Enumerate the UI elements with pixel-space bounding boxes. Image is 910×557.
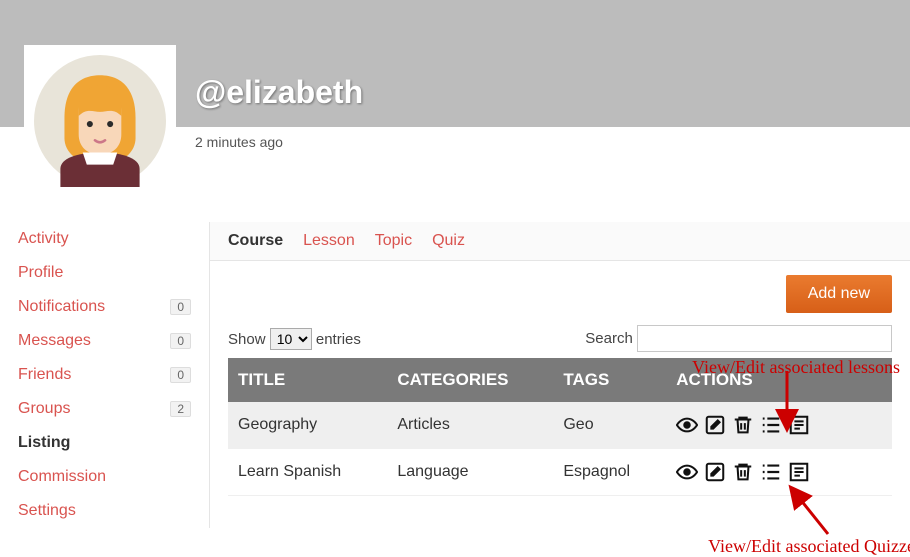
cell-tags: Espagnol xyxy=(553,449,666,496)
trash-icon[interactable] xyxy=(732,414,754,436)
actions-cell xyxy=(676,414,882,436)
sidebar-item-label: Activity xyxy=(18,230,69,248)
avatar xyxy=(24,45,176,197)
lessons-list-icon[interactable] xyxy=(760,414,782,436)
search-label: Search xyxy=(585,330,633,347)
entries-control: Show 10 entries xyxy=(228,328,361,350)
sidebar-item-friends[interactable]: Friends 0 xyxy=(0,358,209,392)
sidebar-item-commission[interactable]: Commission xyxy=(0,460,209,494)
search-input[interactable] xyxy=(637,325,892,352)
sidebar: Activity Profile Notifications 0 Messages… xyxy=(0,222,210,528)
sidebar-item-settings[interactable]: Settings xyxy=(0,494,209,528)
badge: 0 xyxy=(170,299,191,315)
col-actions[interactable]: ACTIONS xyxy=(666,358,892,402)
cell-categories: Language xyxy=(387,449,553,496)
search-control: Search xyxy=(585,325,892,352)
eye-icon[interactable] xyxy=(676,414,698,436)
tab-topic[interactable]: Topic xyxy=(375,232,412,250)
courses-table: TITLE CATEGORIES TAGS ACTIONS Geography … xyxy=(228,358,892,496)
sidebar-item-label: Listing xyxy=(18,434,70,452)
sidebar-item-label: Messages xyxy=(18,332,91,350)
entries-select[interactable]: 10 xyxy=(270,328,312,350)
last-active: 2 minutes ago xyxy=(195,127,910,150)
tab-quiz[interactable]: Quiz xyxy=(432,232,465,250)
sidebar-item-listing[interactable]: Listing xyxy=(0,426,209,460)
arrow-quizzes xyxy=(788,489,848,543)
lessons-list-icon[interactable] xyxy=(760,461,782,483)
col-categories[interactable]: CATEGORIES xyxy=(387,358,553,402)
col-tags[interactable]: TAGS xyxy=(553,358,666,402)
table-row: Geography Articles Geo xyxy=(228,402,892,449)
cell-title: Geography xyxy=(228,402,387,449)
cell-title: Learn Spanish xyxy=(228,449,387,496)
cell-tags: Geo xyxy=(553,402,666,449)
badge: 0 xyxy=(170,333,191,349)
sidebar-item-profile[interactable]: Profile xyxy=(0,256,209,290)
table-row: Learn Spanish Language Espagnol xyxy=(228,449,892,496)
badge: 2 xyxy=(170,401,191,417)
sidebar-item-label: Commission xyxy=(18,468,106,486)
cell-categories: Articles xyxy=(387,402,553,449)
sidebar-item-label: Friends xyxy=(18,366,71,384)
col-title[interactable]: TITLE xyxy=(228,358,387,402)
sidebar-item-label: Settings xyxy=(18,502,76,520)
tab-lesson[interactable]: Lesson xyxy=(303,232,355,250)
edit-icon[interactable] xyxy=(704,414,726,436)
sidebar-item-label: Profile xyxy=(18,264,63,282)
show-suffix: entries xyxy=(316,331,361,348)
username: @elizabeth xyxy=(195,74,363,111)
edit-icon[interactable] xyxy=(704,461,726,483)
eye-icon[interactable] xyxy=(676,461,698,483)
quizzes-list-icon[interactable] xyxy=(788,461,810,483)
sidebar-item-messages[interactable]: Messages 0 xyxy=(0,324,209,358)
sidebar-item-activity[interactable]: Activity xyxy=(0,222,209,256)
add-new-button[interactable]: Add new xyxy=(786,275,892,313)
profile-header: @elizabeth xyxy=(0,0,910,127)
show-prefix: Show xyxy=(228,331,266,348)
trash-icon[interactable] xyxy=(732,461,754,483)
tab-course[interactable]: Course xyxy=(228,232,283,250)
main-panel: Course Lesson Topic Quiz Add new Show 10… xyxy=(210,222,910,528)
sidebar-item-label: Notifications xyxy=(18,298,105,316)
badge: 0 xyxy=(170,367,191,383)
sidebar-item-groups[interactable]: Groups 2 xyxy=(0,392,209,426)
tabs: Course Lesson Topic Quiz xyxy=(210,222,910,261)
sidebar-item-notifications[interactable]: Notifications 0 xyxy=(0,290,209,324)
quizzes-list-icon[interactable] xyxy=(788,414,810,436)
actions-cell xyxy=(676,461,882,483)
sidebar-item-label: Groups xyxy=(18,400,70,418)
